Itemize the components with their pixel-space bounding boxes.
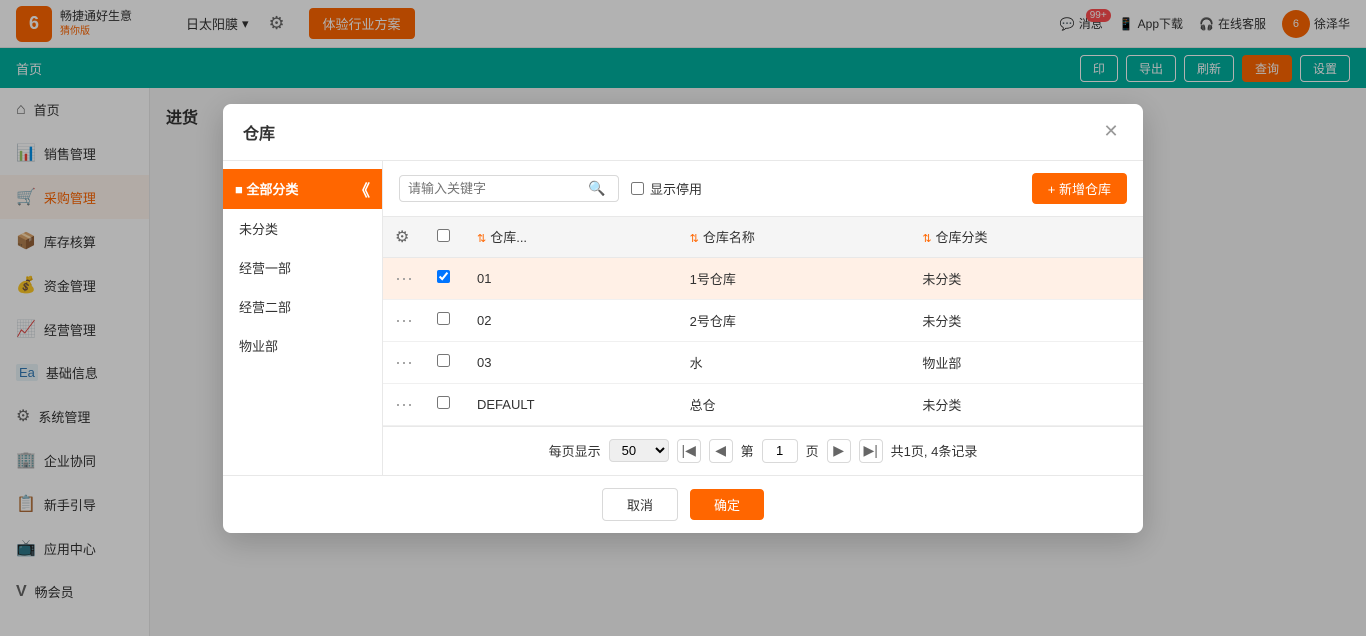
sort-icon-name: ⇅ [690, 233, 699, 245]
row-name: 1号仓库 [678, 257, 911, 299]
per-page-select[interactable]: 50 100 [609, 439, 669, 462]
page-label: 第 [741, 441, 754, 460]
warehouse-modal: 仓库 ✕ ■ 全部分类 《 未分类 经营一部 经营二部 物业部 [223, 104, 1143, 533]
row-name: 水 [678, 341, 911, 383]
search-input[interactable] [408, 181, 588, 196]
next-page-btn[interactable]: ▶ [827, 439, 851, 463]
show-disabled-label: 显示停用 [650, 179, 702, 198]
modal-toolbar: 🔍 显示停用 + 新增仓库 [383, 161, 1143, 217]
warehouse-table-wrap: ⚙ ⇅仓库... ⇅仓库名称 ⇅仓库分类 ··· 01 [383, 217, 1143, 426]
row-more-btn[interactable]: ··· [395, 310, 413, 331]
sort-icon: ⇅ [477, 233, 486, 245]
page-input[interactable] [762, 439, 798, 463]
row-checkbox[interactable] [437, 270, 450, 283]
cat-header-label: ■ 全部分类 [235, 179, 298, 198]
row-checkbox-cell [425, 341, 465, 383]
row-code: 01 [465, 257, 678, 299]
row-checkbox-cell [425, 383, 465, 425]
th-category: ⇅仓库分类 [910, 217, 1143, 258]
search-icon[interactable]: 🔍 [588, 180, 605, 197]
cat-header: ■ 全部分类 《 [223, 169, 382, 209]
row-actions: ··· [383, 383, 425, 425]
modal-main: 🔍 显示停用 + 新增仓库 ⚙ [383, 161, 1143, 475]
select-all-checkbox[interactable] [437, 229, 450, 242]
row-code: DEFAULT [465, 383, 678, 425]
table-row[interactable]: ··· DEFAULT 总仓 未分类 [383, 383, 1143, 425]
show-disabled-checkbox[interactable] [631, 182, 644, 195]
row-category: 未分类 [910, 257, 1143, 299]
modal-body: ■ 全部分类 《 未分类 经营一部 经营二部 物业部 🔍 [223, 161, 1143, 475]
row-code: 02 [465, 299, 678, 341]
page-suffix: 页 [806, 441, 819, 460]
row-name: 2号仓库 [678, 299, 911, 341]
show-disabled-wrap: 显示停用 [631, 179, 702, 198]
row-checkbox-cell [425, 257, 465, 299]
th-checkbox [425, 217, 465, 258]
row-more-btn[interactable]: ··· [395, 352, 413, 373]
per-page-label: 每页显示 [549, 441, 601, 460]
table-row[interactable]: ··· 01 1号仓库 未分类 [383, 257, 1143, 299]
search-wrap: 🔍 [399, 175, 619, 202]
row-actions: ··· [383, 341, 425, 383]
modal-pagination: 每页显示 50 100 |◀ ◀ 第 页 ▶ ▶| 共1页, 4条记录 [383, 426, 1143, 475]
last-page-btn[interactable]: ▶| [859, 439, 883, 463]
th-gear: ⚙ [383, 217, 425, 258]
row-checkbox-cell [425, 299, 465, 341]
table-row[interactable]: ··· 02 2号仓库 未分类 [383, 299, 1143, 341]
modal-overlay: 仓库 ✕ ■ 全部分类 《 未分类 经营一部 经营二部 物业部 [0, 0, 1366, 636]
row-checkbox[interactable] [437, 354, 450, 367]
modal-title: 仓库 [243, 120, 275, 144]
row-category: 未分类 [910, 299, 1143, 341]
modal-footer: 取消 确定 [223, 475, 1143, 533]
row-category: 物业部 [910, 341, 1143, 383]
cat-item-ops1[interactable]: 经营一部 [223, 248, 382, 287]
prev-page-btn[interactable]: ◀ [709, 439, 733, 463]
row-checkbox[interactable] [437, 312, 450, 325]
cat-item-uncategorized[interactable]: 未分类 [223, 209, 382, 248]
cat-item-property[interactable]: 物业部 [223, 326, 382, 365]
th-code: ⇅仓库... [465, 217, 678, 258]
th-name: ⇅仓库名称 [678, 217, 911, 258]
cat-collapse-btn[interactable]: 《 [354, 177, 370, 201]
warehouse-table-body: ··· 01 1号仓库 未分类 ··· 02 2号仓库 未分类 ··· [383, 257, 1143, 425]
row-more-btn[interactable]: ··· [395, 394, 413, 415]
row-code: 03 [465, 341, 678, 383]
row-actions: ··· [383, 299, 425, 341]
modal-close-btn[interactable]: ✕ [1099, 120, 1123, 144]
row-name: 总仓 [678, 383, 911, 425]
category-sidebar: ■ 全部分类 《 未分类 经营一部 经营二部 物业部 [223, 161, 383, 475]
sort-icon-cat: ⇅ [922, 233, 931, 245]
row-checkbox[interactable] [437, 396, 450, 409]
row-actions: ··· [383, 257, 425, 299]
row-more-btn[interactable]: ··· [395, 268, 413, 289]
row-category: 未分类 [910, 383, 1143, 425]
cat-item-ops2[interactable]: 经营二部 [223, 287, 382, 326]
table-row[interactable]: ··· 03 水 物业部 [383, 341, 1143, 383]
modal-header: 仓库 ✕ [223, 104, 1143, 161]
first-page-btn[interactable]: |◀ [677, 439, 701, 463]
add-warehouse-btn[interactable]: + 新增仓库 [1032, 173, 1127, 204]
confirm-btn[interactable]: 确定 [690, 489, 764, 520]
cancel-btn[interactable]: 取消 [602, 488, 678, 521]
gear-icon: ⚙ [395, 229, 409, 246]
table-header-row: ⚙ ⇅仓库... ⇅仓库名称 ⇅仓库分类 [383, 217, 1143, 258]
warehouse-table: ⚙ ⇅仓库... ⇅仓库名称 ⇅仓库分类 ··· 01 [383, 217, 1143, 426]
total-info: 共1页, 4条记录 [891, 441, 978, 460]
